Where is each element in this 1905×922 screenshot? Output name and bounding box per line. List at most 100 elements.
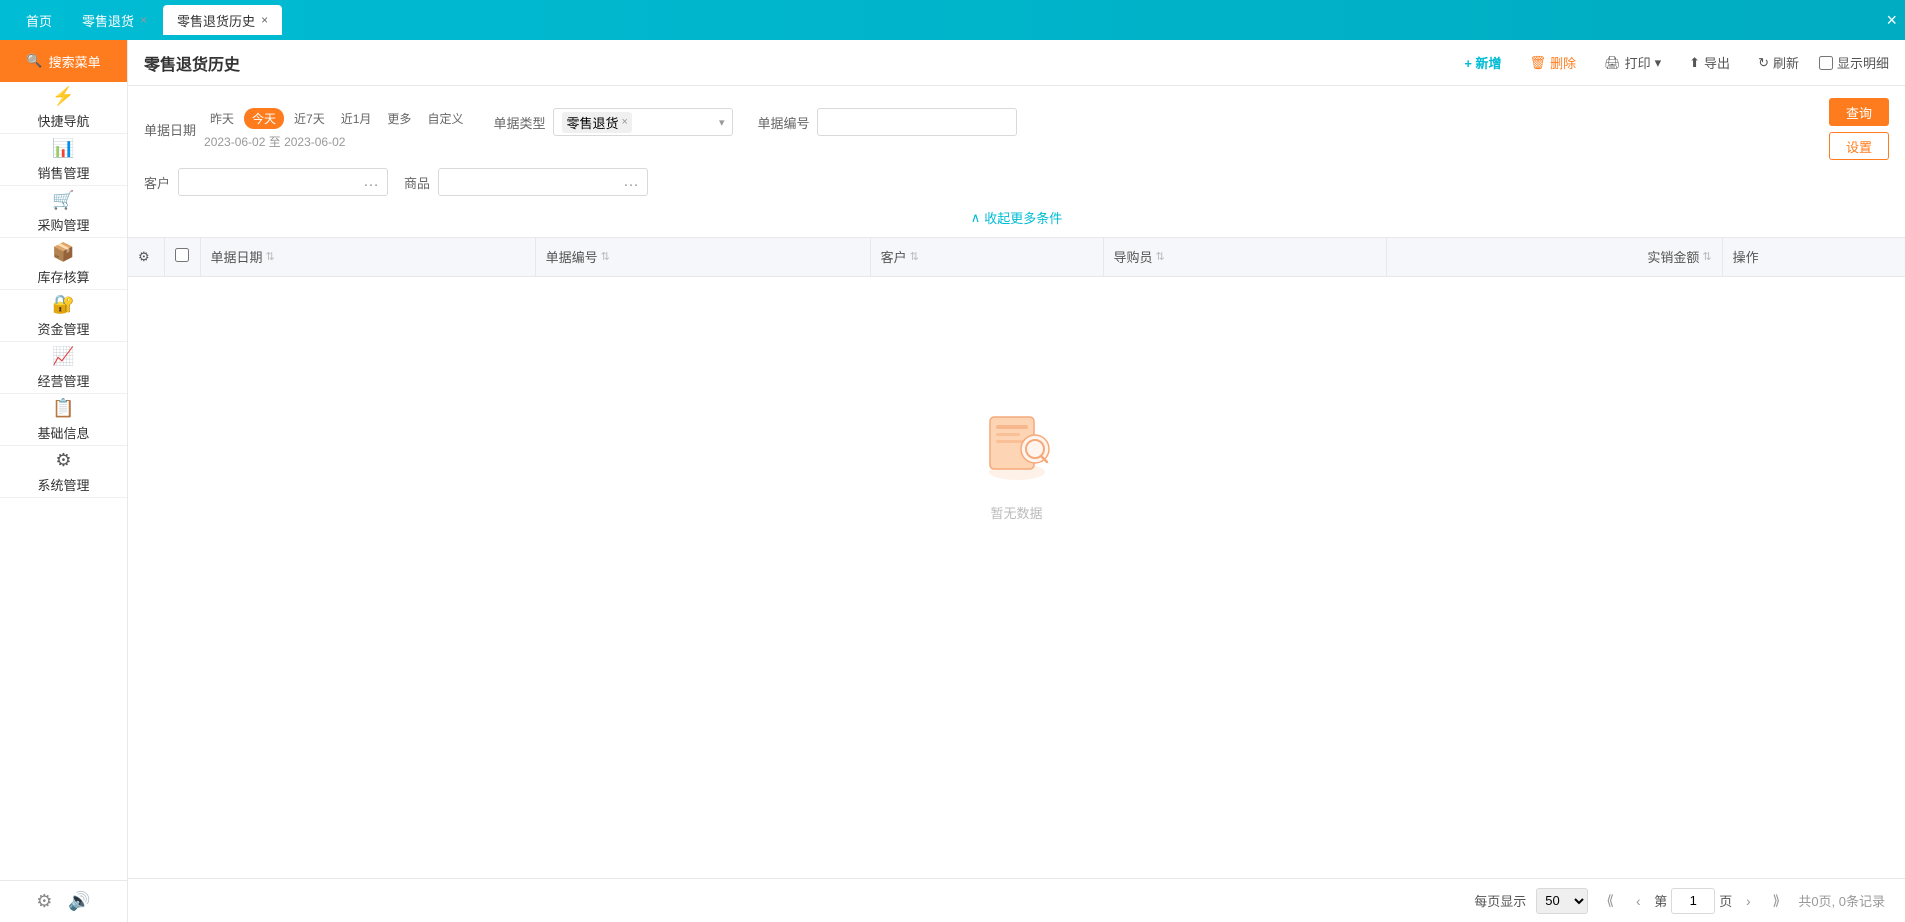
table-header-row: ⚙ 单据日期 ⇅ 单据编号 xyxy=(128,238,1905,276)
window-close-button[interactable]: × xyxy=(1886,10,1897,31)
guide-sort-icon[interactable]: ⇅ xyxy=(1156,250,1165,263)
print-button[interactable]: 🖨 打印 ▾ xyxy=(1596,49,1669,76)
tab-retail-return[interactable]: 零售退货 × xyxy=(68,5,161,35)
delete-button[interactable]: 🗑 删除 xyxy=(1522,49,1585,76)
date-yesterday-btn[interactable]: 昨天 xyxy=(204,108,240,129)
customer-input-wrap[interactable]: … xyxy=(178,168,388,196)
goods-input[interactable] xyxy=(447,175,623,190)
customer-input[interactable] xyxy=(187,175,363,190)
tab-retail-return-history[interactable]: 零售退货历史 × xyxy=(163,5,282,35)
settings-gear-icon[interactable]: ⚙ xyxy=(138,249,150,264)
actual-amount-sort-icon[interactable]: ⇅ xyxy=(1702,250,1711,263)
select-all-checkbox[interactable] xyxy=(175,248,189,262)
sidebar-item-sys-mgmt[interactable]: ⚙ 系统管理 xyxy=(0,446,127,498)
sidebar-item-finance-label: 资金管理 xyxy=(37,319,89,338)
pagination-bar: 每页显示 20 50 100 200 ⟪ ‹ 第 1 页 › ⟫ 共0页, 0条… xyxy=(128,878,1905,922)
th-voucher-number[interactable]: 单据编号 ⇅ xyxy=(535,238,870,276)
voucher-type-select[interactable]: 零售退货 × ▾ xyxy=(553,108,733,136)
sidebar-item-quick-nav[interactable]: ⚡ 快捷导航 xyxy=(0,82,127,134)
customer-label: 客户 xyxy=(144,173,170,192)
th-voucher-date[interactable]: 单据日期 ⇅ xyxy=(200,238,535,276)
sales-mgmt-icon: 📊 xyxy=(52,138,74,159)
tab-retail-return-history-label: 零售退货历史 xyxy=(177,11,255,30)
sidebar-item-finance-mgmt[interactable]: 🔐 资金管理 xyxy=(0,290,127,342)
tab-home[interactable]: 首页 xyxy=(12,5,66,35)
per-page-select[interactable]: 20 50 100 200 xyxy=(1536,888,1588,914)
per-page-label: 每页显示 xyxy=(1474,891,1526,910)
last-page-button[interactable]: ⟫ xyxy=(1764,889,1788,913)
print-arrow-icon: ▾ xyxy=(1655,55,1662,71)
th-voucher-date-label: 单据日期 xyxy=(211,247,263,266)
th-operation-label: 操作 xyxy=(1733,250,1759,265)
top-bar-right: × xyxy=(1878,10,1897,31)
date-today-btn[interactable]: 今天 xyxy=(244,108,284,129)
volume-icon[interactable]: 🔊 xyxy=(68,891,90,912)
new-button[interactable]: + 新增 xyxy=(1456,49,1509,76)
voucher-number-label: 单据编号 xyxy=(757,113,809,132)
sidebar: 🔍 搜索菜单 ⚡ 快捷导航 📊 销售管理 🛒 采购管理 📦 库存核算 🔐 xyxy=(0,40,128,922)
voucher-number-sort-icon[interactable]: ⇅ xyxy=(601,250,610,263)
goods-dots-icon[interactable]: … xyxy=(623,173,639,191)
refresh-button-label: 刷新 xyxy=(1773,53,1799,72)
collapse-bar[interactable]: ∧ 收起更多条件 xyxy=(144,204,1889,229)
search-menu-button[interactable]: 🔍 搜索菜单 xyxy=(0,40,127,82)
first-page-button[interactable]: ⟪ xyxy=(1598,889,1622,913)
date-7days-btn[interactable]: 近7天 xyxy=(288,108,331,129)
voucher-type-tag-close[interactable]: × xyxy=(621,116,627,128)
table-area: ⚙ 单据日期 ⇅ 单据编号 xyxy=(128,238,1905,878)
delete-button-label: 删除 xyxy=(1550,53,1576,72)
sidebar-item-inventory[interactable]: 📦 库存核算 xyxy=(0,238,127,290)
export-button[interactable]: ⬆ 导出 xyxy=(1681,49,1738,76)
header-actions: + 新增 🗑 删除 🖨 打印 ▾ ⬆ 导出 ↻ 刷新 xyxy=(1456,49,1889,76)
print-button-label: 打印 xyxy=(1625,53,1651,72)
voucher-type-tag: 零售退货 × xyxy=(562,112,631,133)
export-button-label: 导出 xyxy=(1704,53,1730,72)
goods-filter-group: 商品 … xyxy=(404,168,648,196)
voucher-date-sort-icon[interactable]: ⇅ xyxy=(266,250,275,263)
th-customer[interactable]: 客户 ⇅ xyxy=(870,238,1103,276)
customer-sort-icon[interactable]: ⇅ xyxy=(910,250,919,263)
sidebar-item-sys-label: 系统管理 xyxy=(37,475,89,494)
inventory-icon: 📦 xyxy=(52,242,74,263)
table-body: 暂无数据 xyxy=(128,276,1905,582)
page-title: 零售退货历史 xyxy=(144,51,240,75)
page-number-input[interactable]: 1 xyxy=(1671,888,1715,914)
empty-state-icon xyxy=(972,397,1062,487)
th-guide[interactable]: 导购员 ⇅ xyxy=(1103,238,1387,276)
th-checkbox[interactable] xyxy=(164,238,200,276)
settings-button[interactable]: 设置 xyxy=(1829,132,1889,160)
sidebar-item-biz-mgmt[interactable]: 📈 经营管理 xyxy=(0,342,127,394)
prev-page-button[interactable]: ‹ xyxy=(1626,889,1650,913)
voucher-number-input[interactable] xyxy=(817,108,1017,136)
date-custom-btn[interactable]: 自定义 xyxy=(421,108,469,129)
customer-dots-icon[interactable]: … xyxy=(363,173,379,191)
date-1month-btn[interactable]: 近1月 xyxy=(335,108,378,129)
sidebar-item-basic-info[interactable]: 📋 基础信息 xyxy=(0,394,127,446)
voucher-date-label: 单据日期 xyxy=(144,120,196,139)
th-actual-amount[interactable]: 实销金额 ⇅ xyxy=(1387,238,1722,276)
collapse-icon: ∧ xyxy=(971,210,981,226)
goods-input-wrap[interactable]: … xyxy=(438,168,648,196)
tab-retail-return-close[interactable]: × xyxy=(140,13,147,27)
content-area: 零售退货历史 + 新增 🗑 删除 🖨 打印 ▾ ⬆ 导出 xyxy=(128,40,1905,922)
empty-state-cell: 暂无数据 xyxy=(128,276,1905,582)
display-detail-checkbox[interactable] xyxy=(1819,56,1833,70)
query-button[interactable]: 查询 xyxy=(1829,98,1889,126)
voucher-type-arrow: ▾ xyxy=(719,116,725,129)
date-col: 昨天 今天 近7天 近1月 更多 自定义 2023-06-02 至 2023-0… xyxy=(204,108,469,150)
display-detail-toggle[interactable]: 显示明细 xyxy=(1819,53,1889,72)
collapse-label: 收起更多条件 xyxy=(984,208,1062,227)
data-table: ⚙ 单据日期 ⇅ 单据编号 xyxy=(128,238,1905,582)
next-page-button[interactable]: › xyxy=(1736,889,1760,913)
th-operation: 操作 xyxy=(1722,238,1905,276)
th-guide-label: 导购员 xyxy=(1114,247,1153,266)
tab-retail-return-history-close[interactable]: × xyxy=(261,13,268,27)
sidebar-items: ⚡ 快捷导航 📊 销售管理 🛒 采购管理 📦 库存核算 🔐 资金管理 📈 xyxy=(0,82,127,880)
th-settings[interactable]: ⚙ xyxy=(128,238,164,276)
date-more-btn[interactable]: 更多 xyxy=(381,108,417,129)
sidebar-item-purchase-mgmt[interactable]: 🛒 采购管理 xyxy=(0,186,127,238)
settings-icon[interactable]: ⚙ xyxy=(36,891,52,912)
sidebar-item-sales-mgmt[interactable]: 📊 销售管理 xyxy=(0,134,127,186)
total-info: 共0页, 0条记录 xyxy=(1798,891,1885,910)
refresh-button[interactable]: ↻ 刷新 xyxy=(1750,49,1807,76)
